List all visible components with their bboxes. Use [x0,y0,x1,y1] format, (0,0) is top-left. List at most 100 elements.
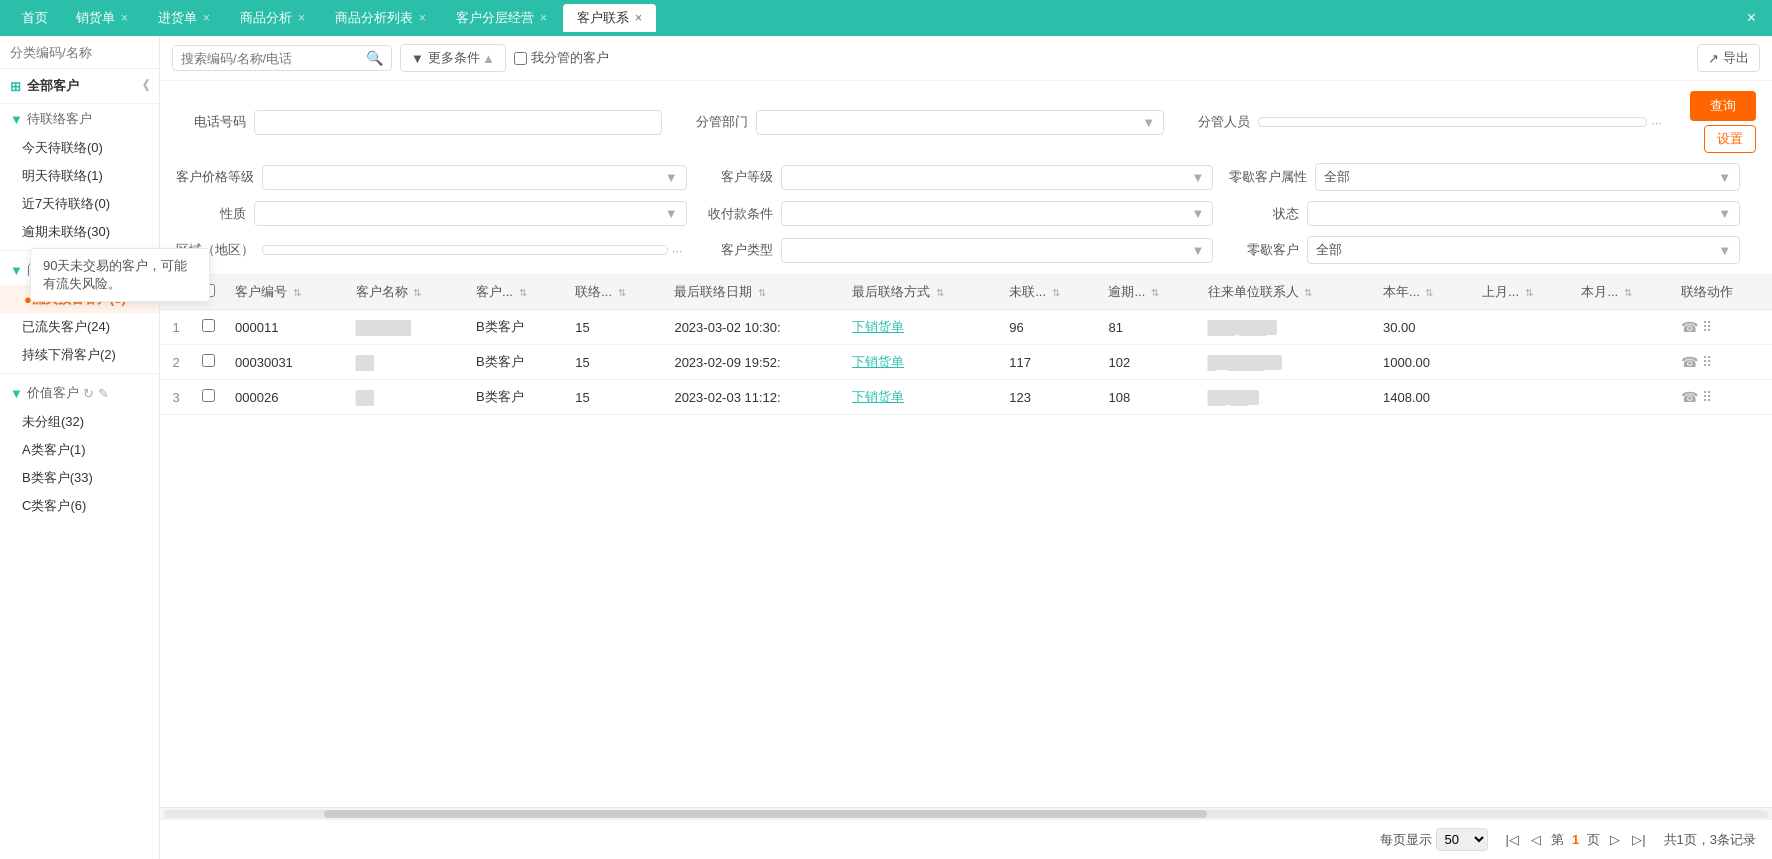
page-first-btn[interactable]: |◁ [1500,830,1525,849]
col-no-contact[interactable]: 未联... ⇅ [999,275,1098,310]
status-select[interactable]: ▼ [1307,201,1740,226]
filter-customer-level: 客户等级 ▼ [703,165,1214,190]
sidebar-group-value[interactable]: ▼ 价值客户 ↻ ✎ [0,378,159,408]
page-prev-btn[interactable]: ◁ [1525,830,1547,849]
row-checkbox-1[interactable] [192,345,225,380]
refresh-icon[interactable]: ↻ [83,386,94,401]
sort-current-year-icon[interactable]: ⇅ [1425,287,1433,298]
tab-close-customer-contact[interactable]: × [635,11,642,25]
tab-purchaseorder[interactable]: 进货单 × [144,4,224,32]
action-contact-icon-0[interactable]: ☎ [1681,319,1698,335]
sidebar-search-input[interactable] [10,45,160,60]
sidebar-item-declining[interactable]: 持续下滑客户(2) [0,341,159,369]
page-size-select[interactable]: 50 20 100 [1436,828,1488,851]
col-contact-person[interactable]: 往来单位联系人 ⇅ [1198,275,1373,310]
col-last-date[interactable]: 最后联络日期 ⇅ [664,275,842,310]
search-input[interactable] [181,51,362,66]
settings-btn[interactable]: 设置 [1704,125,1756,153]
col-current-year[interactable]: 本年... ⇅ [1373,275,1472,310]
manager-select[interactable] [1258,117,1647,127]
filter-status: 状态 ▼ [1229,201,1740,226]
status-dropdown-icon: ▼ [1718,206,1731,221]
h-scroll-wrap[interactable] [160,807,1772,819]
sort-overdue-icon[interactable]: ⇅ [1151,287,1159,298]
sort-current-month-icon[interactable]: ⇅ [1624,287,1632,298]
filter-row-4: 区域（地区） ··· 客户类型 ▼ 零歇客户 全部 [176,236,1756,264]
sort-name-icon[interactable]: ⇅ [413,287,421,298]
row-last-type-1[interactable]: 下销货单 [842,345,999,380]
col-last-type[interactable]: 最后联络方式 ⇅ [842,275,999,310]
col-type[interactable]: 客户... ⇅ [466,275,565,310]
h-scroll-thumb[interactable] [324,810,1206,818]
sidebar-item-churned[interactable]: 已流失客户(24) [0,313,159,341]
tab-close-product-analysis-list[interactable]: × [419,11,426,25]
row-checkbox-0[interactable] [192,310,225,345]
window-close-button[interactable]: × [1739,9,1764,27]
sort-last-month-icon[interactable]: ⇅ [1525,287,1533,298]
col-code[interactable]: 客户编号 ⇅ [225,275,346,310]
action-contact-icon-2[interactable]: ☎ [1681,389,1698,405]
col-actions: 联络动作 [1671,275,1772,310]
region-dots[interactable]: ··· [668,243,687,258]
tab-customer-stratify[interactable]: 客户分层经营 × [442,4,561,32]
sidebar-item-class-b[interactable]: B类客户(33) [0,464,159,492]
sort-no-contact-icon[interactable]: ⇅ [1052,287,1060,298]
export-btn[interactable]: ↗ 导出 [1697,44,1760,72]
my-customers-checkbox[interactable]: 我分管的客户 [514,49,609,67]
tab-home[interactable]: 首页 [8,9,62,27]
tab-close-salesorder[interactable]: × [121,11,128,25]
phone-input[interactable] [254,110,662,135]
tab-customer-contact[interactable]: 客户联系 × [563,4,656,32]
sidebar-item-tomorrow[interactable]: 明天待联络(1) [0,162,159,190]
sort-contact-count-icon[interactable]: ⇅ [618,287,626,298]
sidebar-item-overdue[interactable]: 逾期未联络(30) [0,218,159,246]
manager-dots[interactable]: ··· [1647,115,1666,130]
row-last-type-0[interactable]: 下销货单 [842,310,999,345]
query-btn[interactable]: 查询 [1690,91,1756,121]
sidebar-item-class-a[interactable]: A类客户(1) [0,436,159,464]
my-customers-checkbox-input[interactable] [514,52,527,65]
action-more-icon-2[interactable]: ⠿ [1702,389,1712,405]
sidebar-all-customers[interactable]: ⊞ 全部客户 《 [0,69,159,104]
tab-product-analysis[interactable]: 商品分析 × [226,4,319,32]
customer-type-select[interactable]: ▼ [781,238,1214,263]
sidebar-item-class-c[interactable]: C类客户(6) [0,492,159,520]
sidebar-group-pending[interactable]: ▼ 待联络客户 [0,104,159,134]
dept-select[interactable]: ▼ [756,110,1164,135]
sidebar-item-ungrouped[interactable]: 未分组(32) [0,408,159,436]
col-contact-count[interactable]: 联络... ⇅ [565,275,664,310]
price-level-select[interactable]: ▼ [262,165,687,190]
sort-code-icon[interactable]: ⇅ [293,287,301,298]
row-checkbox-2[interactable] [192,380,225,415]
page-next-btn[interactable]: ▷ [1604,830,1626,849]
search-icon[interactable]: 🔍 [366,50,383,66]
more-conditions-btn[interactable]: ▼ 更多条件 ▲ [400,44,506,72]
customer-level-select[interactable]: ▼ [781,165,1214,190]
zero-attr-select[interactable]: 全部 ▼ [1315,163,1740,191]
col-current-month[interactable]: 本月... ⇅ [1571,275,1670,310]
payment-select[interactable]: ▼ [781,201,1214,226]
region-select[interactable] [262,245,668,255]
zero-customer-select[interactable]: 全部 ▼ [1307,236,1740,264]
action-more-icon-0[interactable]: ⠿ [1702,319,1712,335]
tab-close-product-analysis[interactable]: × [298,11,305,25]
col-last-month[interactable]: 上月... ⇅ [1472,275,1571,310]
tab-product-analysis-list[interactable]: 商品分析列表 × [321,4,440,32]
action-contact-icon-1[interactable]: ☎ [1681,354,1698,370]
tab-close-purchaseorder[interactable]: × [203,11,210,25]
sort-type-icon[interactable]: ⇅ [519,287,527,298]
sidebar-item-today[interactable]: 今天待联络(0) [0,134,159,162]
page-last-btn[interactable]: ▷| [1626,830,1651,849]
tab-close-customer-stratify[interactable]: × [540,11,547,25]
sort-last-type-icon[interactable]: ⇅ [936,287,944,298]
col-overdue[interactable]: 逾期... ⇅ [1098,275,1197,310]
sort-last-date-icon[interactable]: ⇅ [758,287,766,298]
tab-salesorder[interactable]: 销货单 × [62,4,142,32]
action-more-icon-1[interactable]: ⠿ [1702,354,1712,370]
sidebar-item-7days[interactable]: 近7天待联络(0) [0,190,159,218]
edit-icon[interactable]: ✎ [98,386,109,401]
col-name[interactable]: 客户名称 ⇅ [346,275,467,310]
row-last-type-2[interactable]: 下销货单 [842,380,999,415]
sort-contact-person-icon[interactable]: ⇅ [1304,287,1312,298]
nature-select[interactable]: ▼ [254,201,687,226]
